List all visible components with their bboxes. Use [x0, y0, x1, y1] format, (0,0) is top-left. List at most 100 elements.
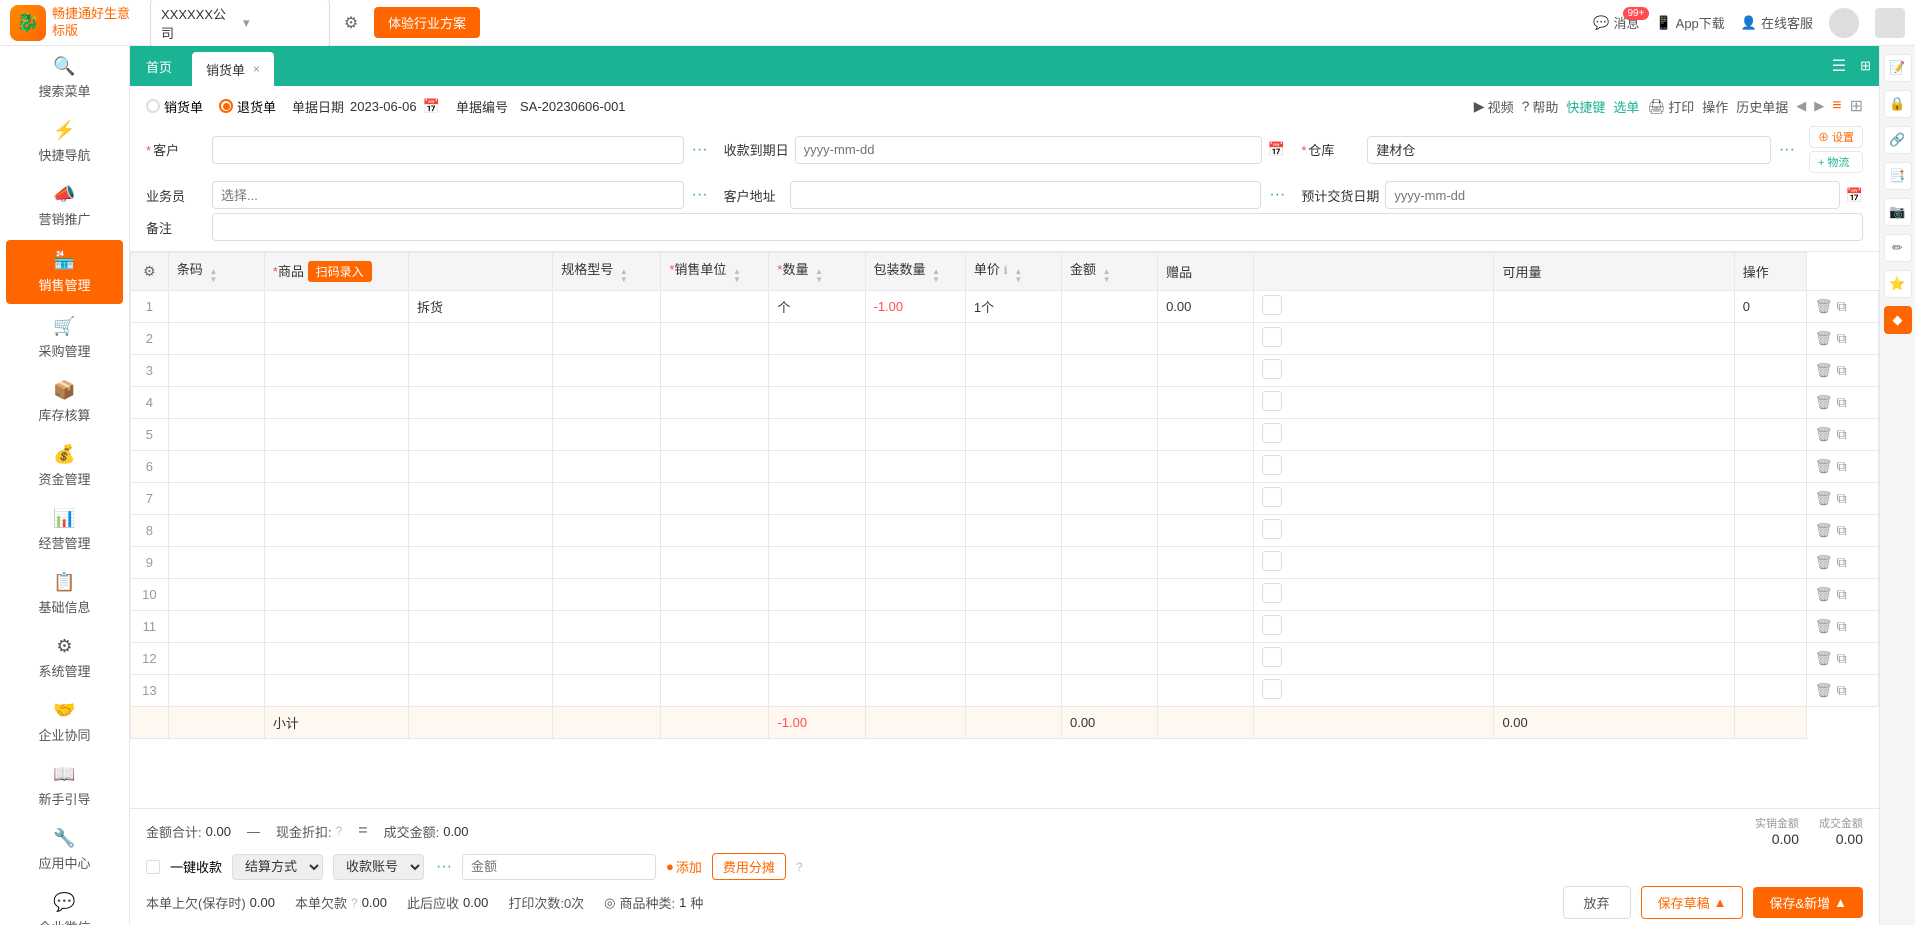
delete-row-icon[interactable]: 🗑 [1815, 586, 1833, 603]
delete-row-icon[interactable]: 🗑 [1815, 618, 1833, 635]
row-price[interactable] [1061, 547, 1157, 579]
rp-link-btn[interactable]: 🔗 [1884, 126, 1912, 154]
warehouse-dots-icon[interactable]: ··· [1779, 141, 1795, 159]
copy-row-icon[interactable]: ⧉ [1837, 362, 1847, 379]
row-gift[interactable] [1254, 547, 1494, 579]
row-price[interactable] [1061, 579, 1157, 611]
row-barcode[interactable] [264, 579, 408, 611]
gift-checkbox[interactable] [1262, 519, 1282, 539]
row-spec[interactable] [661, 675, 769, 707]
delete-row-icon[interactable]: 🗑 [1815, 682, 1833, 699]
draft-button[interactable]: 保存草稿 ▲ [1641, 886, 1744, 919]
fee-help-icon[interactable]: ? [796, 860, 803, 874]
sidebar-item-search[interactable]: 🔍 搜索菜单 [0, 46, 129, 110]
row-spec[interactable] [661, 579, 769, 611]
rp-lock-btn[interactable]: 🔒 [1884, 90, 1912, 118]
customer-addr-dots-icon[interactable]: ··· [1269, 186, 1285, 204]
delete-row-icon[interactable]: 🗑 [1815, 490, 1833, 507]
customer-input[interactable] [212, 136, 684, 164]
expected-cal-icon[interactable]: 📅 [1846, 187, 1863, 204]
debt-help-icon[interactable]: ? [351, 896, 358, 910]
row-price[interactable] [1061, 355, 1157, 387]
row-gift[interactable] [1254, 387, 1494, 419]
sidebar-item-management[interactable]: 📊 经营管理 [0, 498, 129, 562]
copy-row-icon[interactable]: ⧉ [1837, 330, 1847, 347]
row-barcode[interactable] [264, 291, 408, 323]
sidebar-item-inventory[interactable]: 📦 库存核算 [0, 370, 129, 434]
grid-view-icon[interactable]: ⊞ [1850, 96, 1863, 116]
row-spec[interactable] [661, 323, 769, 355]
action-btn[interactable]: 操作 [1702, 97, 1728, 116]
row-barcode[interactable] [264, 419, 408, 451]
gift-checkbox[interactable] [1262, 455, 1282, 475]
row-gift[interactable] [1254, 643, 1494, 675]
delete-row-icon[interactable]: 🗑 [1815, 298, 1833, 315]
customer-dots-icon[interactable]: ··· [692, 141, 708, 159]
calendar-icon[interactable]: 📅 [423, 98, 440, 115]
shortcut-btn[interactable]: 快捷键 [1566, 97, 1605, 116]
user-menu[interactable] [1875, 8, 1905, 38]
help-btn[interactable]: ? 帮助 [1522, 97, 1559, 116]
sidebar-item-wechat[interactable]: 💬 企业微信 [0, 882, 129, 925]
gift-checkbox[interactable] [1262, 391, 1282, 411]
gift-checkbox[interactable] [1262, 679, 1282, 699]
sidebar-item-marketing[interactable]: 📣 营销推广 [0, 174, 129, 238]
row-qty[interactable] [865, 643, 965, 675]
cash-discount-help-icon[interactable]: ? [336, 824, 343, 838]
add-button[interactable]: ● 添加 [666, 857, 702, 876]
list-view-icon[interactable]: ≡ [1832, 97, 1841, 115]
row-qty[interactable] [865, 547, 965, 579]
payment-due-input[interactable] [795, 136, 1262, 164]
row-barcode[interactable] [264, 611, 408, 643]
delete-row-icon[interactable]: 🗑 [1815, 362, 1833, 379]
row-qty[interactable] [865, 323, 965, 355]
row-price[interactable] [1061, 483, 1157, 515]
warehouse-input[interactable] [1367, 136, 1771, 164]
row-qty[interactable] [865, 451, 965, 483]
row-gift[interactable] [1254, 419, 1494, 451]
row-gift[interactable] [1254, 451, 1494, 483]
copy-row-icon[interactable]: ⧉ [1837, 682, 1847, 699]
row-spec[interactable] [661, 355, 769, 387]
gift-checkbox[interactable] [1262, 647, 1282, 667]
delete-row-icon[interactable]: 🗑 [1815, 458, 1833, 475]
row-spec[interactable] [661, 611, 769, 643]
copy-row-icon[interactable]: ⧉ [1837, 490, 1847, 507]
rp-notes-btn[interactable]: 📝 [1884, 54, 1912, 82]
tab-close-icon[interactable]: × [253, 62, 260, 76]
sidebar-item-purchase[interactable]: 🛒 采购管理 [0, 306, 129, 370]
row-price[interactable] [1061, 419, 1157, 451]
row-spec[interactable] [661, 419, 769, 451]
rp-photo-btn[interactable]: 📷 [1884, 198, 1912, 226]
gift-checkbox[interactable] [1262, 327, 1282, 347]
salesperson-dots-icon[interactable]: ··· [692, 186, 708, 204]
salesperson-input[interactable] [212, 181, 684, 209]
row-price[interactable] [1061, 323, 1157, 355]
gift-checkbox[interactable] [1262, 583, 1282, 603]
row-price[interactable] [1061, 675, 1157, 707]
rp-orange-btn[interactable]: ◆ [1884, 306, 1912, 334]
trial-button[interactable]: 体验行业方案 [374, 7, 480, 38]
account-dots-icon[interactable]: ··· [436, 858, 452, 876]
gift-checkbox[interactable] [1262, 295, 1282, 315]
history-btn[interactable]: 历史单据 [1736, 97, 1788, 116]
copy-row-icon[interactable]: ⧉ [1837, 394, 1847, 411]
app-download-button[interactable]: 📱 App下载 [1655, 13, 1724, 32]
row-gift[interactable] [1254, 291, 1494, 323]
sale-order-radio[interactable]: 销货单 [146, 97, 203, 116]
row-spec[interactable] [661, 451, 769, 483]
video-btn[interactable]: ▶ 视频 [1474, 97, 1514, 116]
row-spec[interactable] [661, 547, 769, 579]
message-button[interactable]: 💬 消息 99+ [1593, 13, 1639, 32]
row-spec[interactable] [661, 387, 769, 419]
copy-row-icon[interactable]: ⧉ [1837, 426, 1847, 443]
expected-date-input[interactable] [1385, 181, 1839, 209]
sidebar-item-sales[interactable]: 🏪 销售管理 [6, 240, 123, 304]
print-btn[interactable]: 🖨 打印 [1647, 97, 1694, 116]
tab-expand-icon[interactable]: ☰ [1832, 56, 1856, 76]
row-price[interactable] [1061, 451, 1157, 483]
row-qty[interactable] [865, 355, 965, 387]
row-price[interactable] [1061, 387, 1157, 419]
tab-sales-order[interactable]: 销货单 × [192, 52, 274, 86]
row-barcode[interactable] [264, 515, 408, 547]
